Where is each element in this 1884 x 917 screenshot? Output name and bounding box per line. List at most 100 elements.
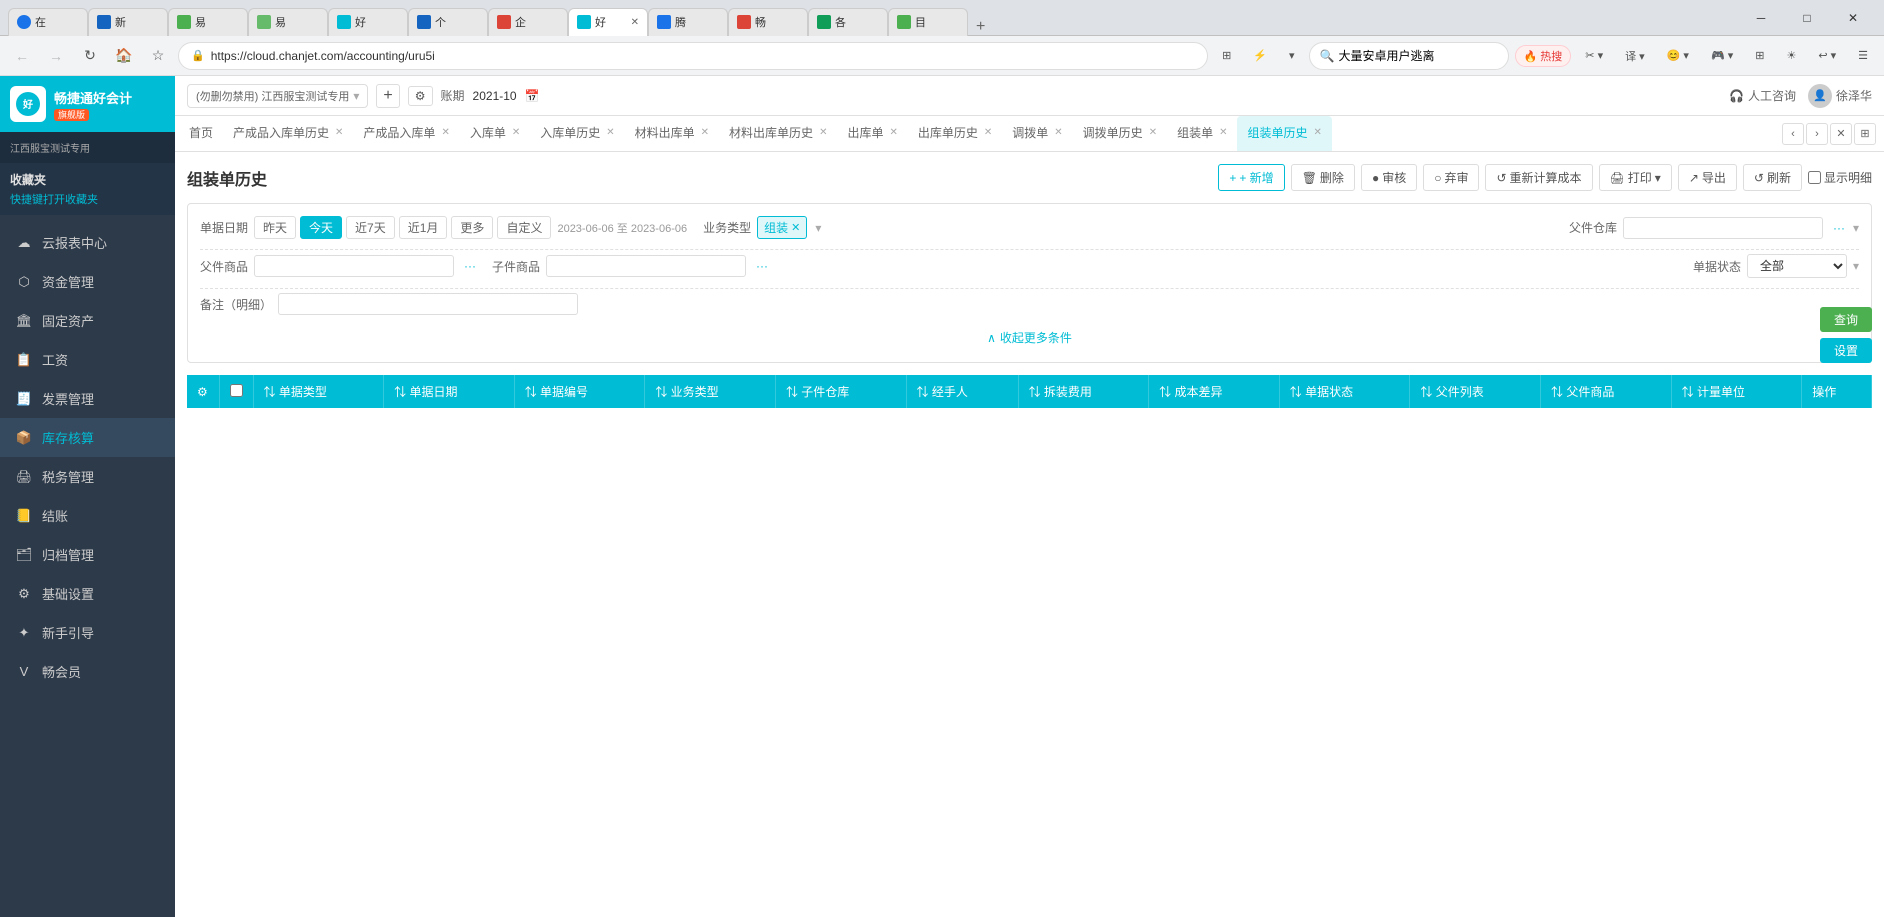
status-select[interactable]: 全部 草稿 已审核 (1747, 254, 1847, 278)
new-tab-button[interactable]: + (968, 18, 993, 36)
browser-tab-5[interactable]: 好 (328, 8, 408, 36)
company-selector[interactable]: (勿删勿禁用) 江西服宝测试专用 ▾ (187, 84, 368, 108)
nav-tab-close-8[interactable]: ✕ (984, 127, 992, 138)
nav-tabs-more[interactable]: ⊞ (1854, 123, 1876, 145)
add-company-button[interactable]: + (376, 84, 399, 108)
browser-tab-1[interactable]: 在 (8, 8, 88, 36)
home-button[interactable]: 🏠 (110, 42, 138, 70)
period-selector[interactable]: 账期 2021-10 📅 (441, 87, 540, 104)
add-button[interactable]: + + 新增 (1218, 164, 1284, 191)
nav-tab-product-in-history[interactable]: 产成品入库单历史 ✕ (223, 116, 353, 151)
nav-tabs-prev[interactable]: ‹ (1782, 123, 1804, 145)
parent-warehouse-input[interactable] (1623, 217, 1823, 239)
nav-tab-close-4[interactable]: ✕ (606, 127, 614, 138)
sun-tool[interactable]: ☀ (1778, 46, 1804, 65)
biz-type-tag-close[interactable]: ✕ (791, 221, 800, 234)
hot-search-button[interactable]: 🔥 热搜 (1515, 45, 1572, 67)
nav-tab-assemble-history[interactable]: 组装单历史 ✕ (1237, 116, 1331, 151)
bookmark-button[interactable]: ☆ (144, 42, 172, 70)
th-biz-type[interactable]: ⇅ 业务类型 (645, 375, 776, 408)
nav-tab-product-in[interactable]: 产成品入库单 ✕ (353, 116, 459, 151)
th-doc-status[interactable]: ⇅ 单据状态 (1279, 375, 1410, 408)
nav-tab-close-2[interactable]: ✕ (441, 127, 449, 138)
tab-close-8[interactable]: ✕ (631, 17, 639, 28)
maximize-button[interactable]: □ (1784, 4, 1830, 32)
nav-tab-close-12[interactable]: ✕ (1314, 127, 1322, 138)
th-parent-goods[interactable]: ⇅ 父件商品 (1541, 375, 1672, 408)
browser-tab-2[interactable]: 新 (88, 8, 168, 36)
sidebar-item-inventory[interactable]: 📦 库存核算 (0, 418, 175, 457)
date-btn-7days[interactable]: 近7天 (346, 216, 395, 239)
sidebar-item-fixed-asset[interactable]: 🏛 固定资产 (0, 301, 175, 340)
delete-button[interactable]: 🗑 删除 (1291, 164, 1355, 191)
show-detail-checkbox[interactable]: 显示明细 (1808, 169, 1872, 186)
note-input[interactable] (278, 293, 578, 315)
collapse-filter-btn[interactable]: ∧ 收起更多条件 (200, 325, 1859, 350)
refresh-button[interactable]: ↺ 刷新 (1743, 164, 1802, 191)
th-doc-number[interactable]: ⇅ 单据编号 (514, 375, 645, 408)
search-bar[interactable]: 🔍 大量安卓用户逃离 (1309, 42, 1509, 70)
nav-tab-material-out-history[interactable]: 材料出库单历史 ✕ (719, 116, 837, 151)
nav-tab-out[interactable]: 出库单 ✕ (837, 116, 907, 151)
parent-goods-more[interactable]: ··· (464, 259, 476, 273)
nav-tab-transfer[interactable]: 调拨单 ✕ (1002, 116, 1072, 151)
date-btn-1month[interactable]: 近1月 (399, 216, 448, 239)
nav-tab-close-11[interactable]: ✕ (1219, 127, 1227, 138)
filter-settings-button[interactable]: 设置 (1820, 338, 1872, 363)
browser-tab-8[interactable]: 好 ✕ (568, 8, 648, 36)
biz-type-dropdown[interactable]: ▾ (815, 221, 821, 235)
close-button[interactable]: ✕ (1830, 4, 1876, 32)
select-all-checkbox[interactable] (230, 384, 243, 397)
favorites-link[interactable]: 快捷键打开收藏夹 (10, 191, 165, 207)
sidebar-item-account[interactable]: 📒 结账 (0, 496, 175, 535)
th-doc-type[interactable]: ⇅ 单据类型 (253, 375, 384, 408)
emoji-tool[interactable]: 😊 ▾ (1659, 46, 1697, 65)
browser-tab-12[interactable]: 目 (888, 8, 968, 36)
cut-tool[interactable]: ✂ ▾ (1577, 46, 1611, 65)
th-handler[interactable]: ⇅ 经手人 (906, 375, 1018, 408)
parent-warehouse-more[interactable]: ··· (1833, 221, 1845, 235)
th-cost-diff[interactable]: ⇅ 成本差异 (1149, 375, 1280, 408)
sidebar-item-cloud-report[interactable]: ☁ 云报表中心 (0, 223, 175, 262)
sidebar-item-invoice[interactable]: 🧾 发票管理 (0, 379, 175, 418)
nav-extra-dropdown[interactable]: ▾ (1281, 46, 1303, 65)
print-button[interactable]: 🖨 打印 ▾ (1599, 164, 1672, 191)
browser-tab-11[interactable]: 各 (808, 8, 888, 36)
nav-tab-close-9[interactable]: ✕ (1054, 127, 1062, 138)
settings-gear-button[interactable]: ⚙ (408, 86, 433, 106)
th-unit[interactable]: ⇅ 计量单位 (1671, 375, 1802, 408)
audit-button[interactable]: ● 审核 (1361, 164, 1417, 191)
grid-tool[interactable]: ⊞ (1747, 46, 1772, 65)
forward-button[interactable]: → (42, 42, 70, 70)
abandon-button[interactable]: ○ 弃审 (1423, 164, 1479, 191)
user-area[interactable]: 👤 徐泽华 (1808, 84, 1872, 108)
sidebar-item-archive[interactable]: 🗂 归档管理 (0, 535, 175, 574)
nav-tab-close-3[interactable]: ✕ (512, 127, 520, 138)
address-bar[interactable]: 🔒 https://cloud.chanjet.com/accounting/u… (178, 42, 1208, 70)
parent-warehouse-dropdown[interactable]: ▾ (1853, 221, 1859, 235)
nav-tab-out-history[interactable]: 出库单历史 ✕ (908, 116, 1002, 151)
nav-tab-close-7[interactable]: ✕ (889, 127, 897, 138)
date-btn-more[interactable]: 更多 (451, 216, 493, 239)
query-button[interactable]: 查询 (1820, 307, 1872, 332)
nav-tab-close-6[interactable]: ✕ (819, 127, 827, 138)
game-tool[interactable]: 🎮 ▾ (1703, 46, 1741, 65)
nav-tab-in[interactable]: 入库单 ✕ (460, 116, 530, 151)
date-btn-custom[interactable]: 自定义 (497, 216, 551, 239)
browser-tab-6[interactable]: 个 (408, 8, 488, 36)
menu-tool[interactable]: ☰ (1850, 46, 1876, 65)
nav-tab-in-history[interactable]: 入库单历史 ✕ (530, 116, 624, 151)
date-btn-today[interactable]: 今天 (300, 216, 342, 239)
browser-tab-3[interactable]: 易 (168, 8, 248, 36)
minimize-button[interactable]: ─ (1738, 4, 1784, 32)
sidebar-item-fund[interactable]: ⬡ 资金管理 (0, 262, 175, 301)
nav-tab-material-out[interactable]: 材料出库单 ✕ (625, 116, 719, 151)
nav-tabs-next[interactable]: › (1806, 123, 1828, 145)
th-settings[interactable]: ⚙ (187, 375, 219, 408)
browser-tab-10[interactable]: 畅 (728, 8, 808, 36)
browser-tab-4[interactable]: 易 (248, 8, 328, 36)
child-goods-input[interactable] (546, 255, 746, 277)
show-detail-check[interactable] (1808, 171, 1821, 184)
th-child-warehouse[interactable]: ⇅ 子件仓库 (775, 375, 906, 408)
sidebar-item-guide[interactable]: ✦ 新手引导 (0, 613, 175, 652)
